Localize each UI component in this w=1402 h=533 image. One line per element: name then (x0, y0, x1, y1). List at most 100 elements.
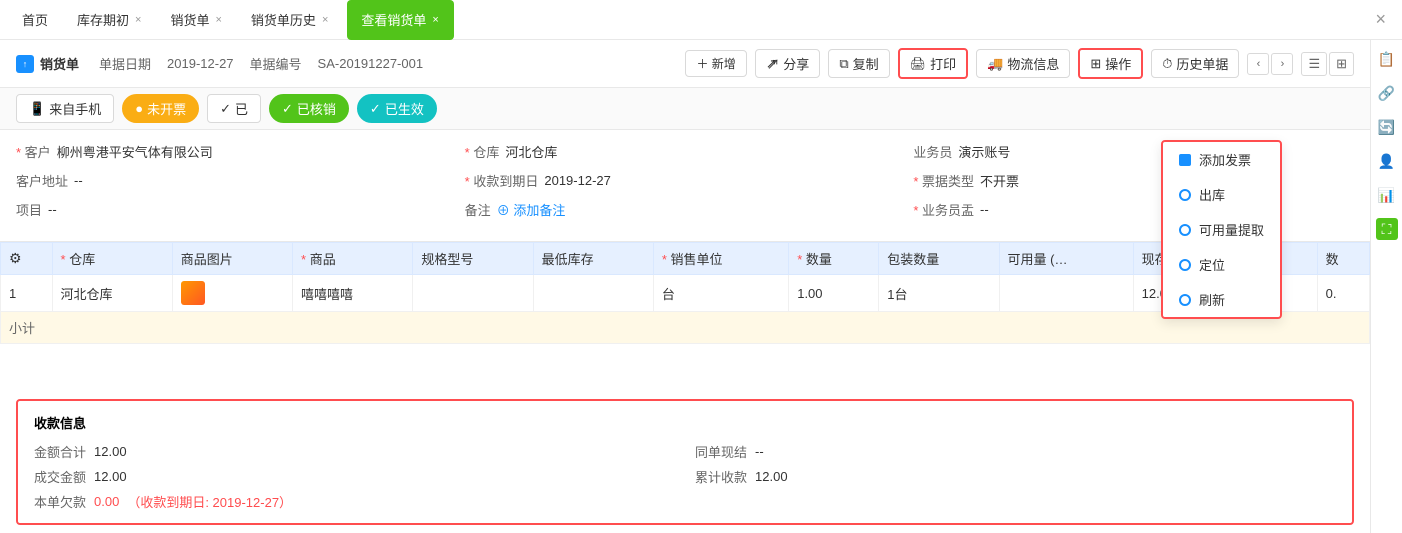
row-amount: 0. (1317, 275, 1369, 312)
prev-button[interactable]: ‹ (1247, 53, 1269, 75)
copy-button[interactable]: ⧉ 复制 (828, 49, 889, 78)
this-order-debt-label: 本单欠款 (34, 492, 86, 511)
refresh-icon (1179, 294, 1191, 306)
confirmed-button[interactable]: ✓ 已 (207, 94, 261, 123)
customer-label: 客户 (16, 142, 51, 161)
phone-icon: 📱 (29, 101, 45, 117)
col-unit: 销售单位 (653, 243, 788, 275)
salesman-value: -- (980, 202, 989, 217)
tab-sales-history[interactable]: 销货单历史 × (237, 0, 343, 40)
op-refresh[interactable]: 刷新 (1163, 282, 1280, 317)
col-quantity: 数量 (789, 243, 879, 275)
row-unit: 台 (653, 275, 788, 312)
grid-view-button[interactable]: ⊞ (1329, 52, 1354, 76)
row-index: 1 (1, 275, 53, 312)
transaction-amount-item: 成交金额 12.00 (34, 467, 675, 486)
sidebar-expand-icon[interactable]: ⛶ (1376, 218, 1398, 240)
nav-arrows: ‹ › (1247, 53, 1293, 75)
next-button[interactable]: › (1271, 53, 1293, 75)
copy-icon: ⧉ (839, 56, 848, 72)
view-icons: ☰ ⊞ (1301, 52, 1354, 76)
list-view-button[interactable]: ☰ (1301, 52, 1327, 76)
tab-inventory-init[interactable]: 库存期初 × (63, 0, 156, 40)
check-icon: ✓ (220, 101, 231, 117)
col-min-stock: 最低库存 (533, 243, 653, 275)
extract-icon (1179, 224, 1191, 236)
truck-icon: 🚚 (987, 56, 1003, 72)
warehouse-label: 仓库 (465, 142, 500, 161)
tab-close-view-sales[interactable]: × (432, 14, 438, 26)
project-field: 项目 -- (16, 200, 457, 219)
sidebar-link-icon[interactable]: 🔗 (1376, 82, 1398, 104)
op-locate[interactable]: 定位 (1163, 247, 1280, 282)
payment-date-field: 收款到期日 2019-12-27 (465, 171, 906, 190)
staff-label: 业务员 (913, 142, 952, 161)
print-button[interactable]: 🖨 打印 (898, 48, 969, 79)
tab-close-sales-history[interactable]: × (322, 14, 328, 26)
number-value: SA-20191227-001 (318, 56, 424, 71)
ticket-icon: ● (135, 101, 143, 116)
ticket-type-value: 不开票 (980, 171, 1019, 190)
sidebar-copy-icon[interactable]: 📋 (1376, 48, 1398, 70)
payment-date-value: 2019-12-27 (544, 173, 611, 188)
tab-bar: 首页 库存期初 × 销货单 × 销货单历史 × 查看销货单 × × (0, 0, 1402, 40)
op-outbound[interactable]: 出库 (1163, 177, 1280, 212)
col-pack-qty: 包装数量 (879, 243, 999, 275)
operation-button[interactable]: ⊞ 操作 (1078, 48, 1143, 79)
plus-icon: ⊕ (497, 203, 510, 218)
row-pack-qty: 1台 (879, 275, 999, 312)
op-add-invoice[interactable]: 添加发票 (1163, 142, 1280, 177)
row-product: 嘻嘻嘻嘻 (293, 275, 413, 312)
footer-title: 收款信息 (34, 413, 1336, 432)
note-field: 备注 ⊕ 添加备注 (465, 200, 906, 219)
salesman-label: 业务员盂 (913, 200, 974, 219)
new-button[interactable]: ＋ 新增 (685, 50, 746, 77)
toolbar-row: 📱 来自手机 ● 未开票 ✓ 已 ✓ 已核销 ✓ 已生效 (0, 88, 1370, 130)
sidebar-chart-icon[interactable]: 📊 (1376, 184, 1398, 206)
doc-header: ↑ 销货单 单据日期 2019-12-27 单据编号 SA-20191227-0… (0, 40, 1370, 88)
sidebar-refresh-icon[interactable]: 🔄 (1376, 116, 1398, 138)
sidebar-user-icon[interactable]: 👤 (1376, 150, 1398, 172)
already-effective-button[interactable]: ✓ 已生效 (357, 94, 437, 123)
transaction-amount-value: 12.00 (94, 469, 127, 484)
from-phone-button[interactable]: 📱 来自手机 (16, 94, 114, 123)
number-label: 单据编号 (250, 54, 302, 73)
note-add-button[interactable]: ⊕ 添加备注 (497, 200, 566, 219)
logistics-button[interactable]: 🚚 物流信息 (976, 49, 1070, 78)
cumulative-payment-value: 12.00 (755, 469, 788, 484)
staff-field: 业务员 演示账号 (913, 142, 1354, 161)
outbound-icon (1179, 189, 1191, 201)
total-amount-item: 金额合计 12.00 (34, 442, 675, 461)
cancel-icon: ✓ (282, 101, 293, 117)
tab-home[interactable]: 首页 (8, 0, 63, 40)
row-warehouse: 河北仓库 (52, 275, 172, 312)
col-spec: 规格型号 (413, 243, 533, 275)
invoice-icon (1179, 154, 1191, 166)
date-value: 2019-12-27 (167, 56, 234, 71)
address-label: 客户地址 (16, 171, 68, 190)
doc-actions: ＋ 新增 ↗ ↗ 分享 ⧉ 复制 🖨 打印 🚚 物流信息 (685, 48, 1354, 79)
row-min-stock (533, 275, 653, 312)
ticket-type-field: 票据类型 不开票 (913, 171, 1354, 190)
col-warehouse: 仓库 (52, 243, 172, 275)
print-icon: 🖨 (910, 56, 927, 72)
op-available-extract[interactable]: 可用量提取 (1163, 212, 1280, 247)
tab-close-sales-order[interactable]: × (215, 14, 221, 26)
same-order-settlement-item: 同单现结 -- (695, 442, 1336, 461)
history-button[interactable]: ⏱ 历史单据 (1151, 49, 1239, 78)
window-close-button[interactable]: × (1367, 9, 1394, 30)
salesman-field: 业务员盂 -- (913, 200, 1354, 219)
warehouse-value: 河北仓库 (505, 142, 557, 161)
share-button[interactable]: ↗ ↗ 分享 (755, 49, 821, 78)
tab-sales-order[interactable]: 销货单 × (156, 0, 236, 40)
already-cancelled-button[interactable]: ✓ 已核销 (269, 94, 349, 123)
tab-close-inventory-init[interactable]: × (135, 14, 141, 26)
col-available: 可用量 (… (999, 243, 1133, 275)
right-sidebar: 📋 🔗 🔄 👤 📊 ⛶ (1370, 40, 1402, 533)
customer-field: 客户 柳州粤港平安气体有限公司 (16, 142, 457, 161)
tab-view-sales[interactable]: 查看销货单 × (347, 0, 453, 40)
operation-dropdown: 添加发票 出库 可用量提取 定位 刷新 (1161, 140, 1282, 319)
staff-value: 演示账号 (958, 142, 1010, 161)
settings-icon: ⚙ (9, 250, 22, 266)
not-open-ticket-button[interactable]: ● 未开票 (122, 94, 199, 123)
